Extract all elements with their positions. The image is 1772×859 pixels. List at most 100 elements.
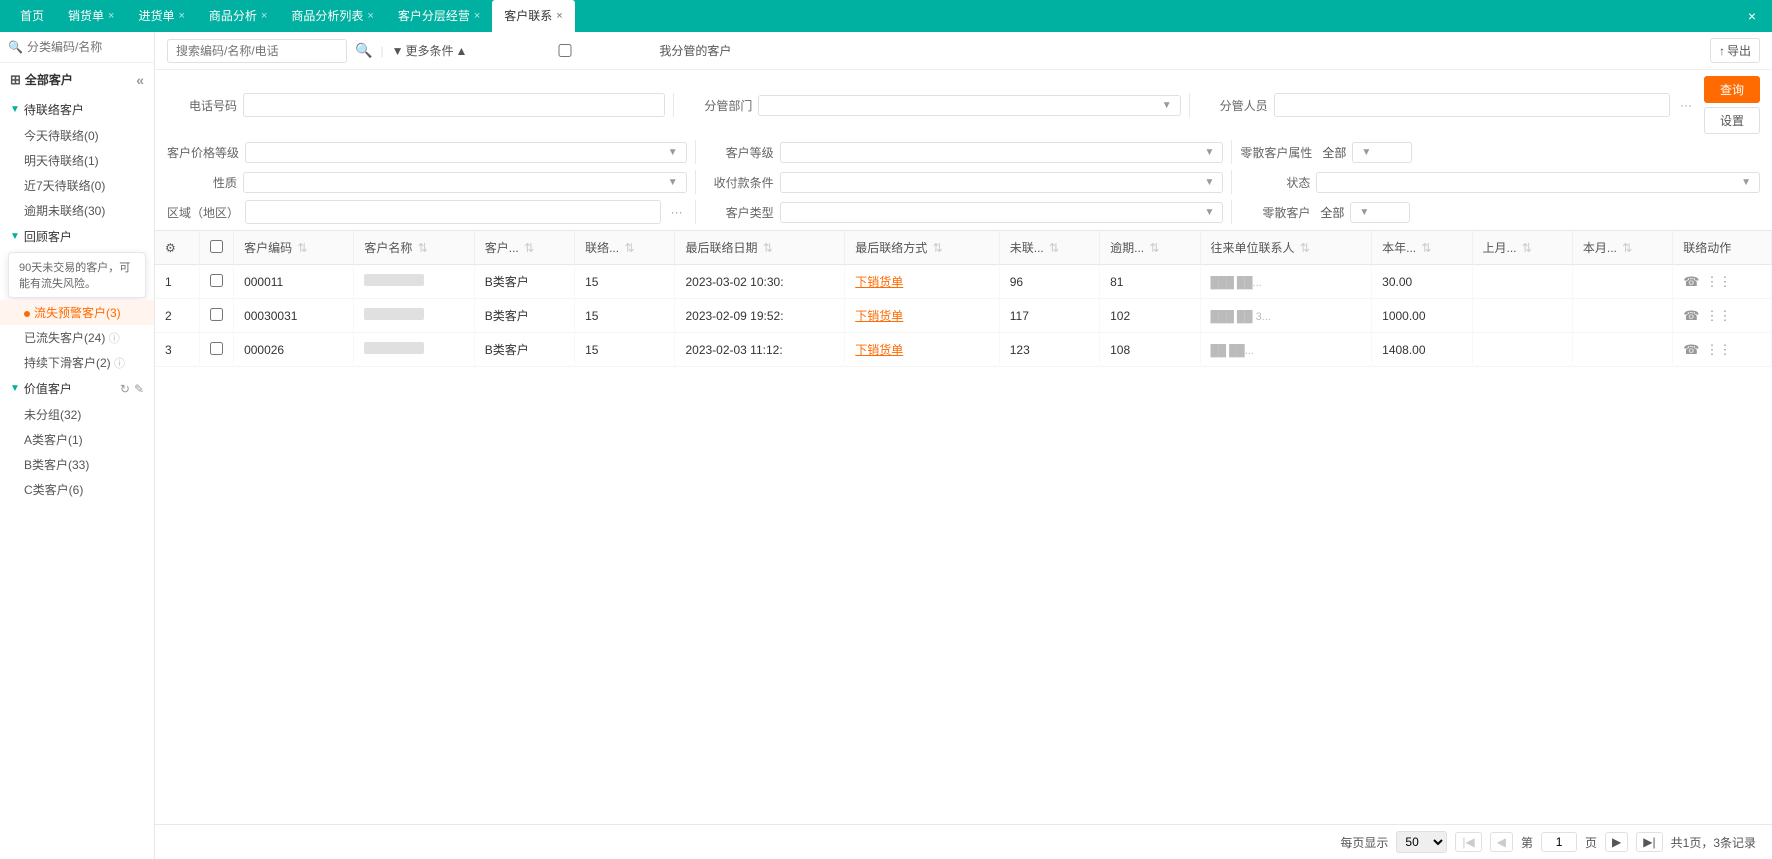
close-all-button[interactable]: × xyxy=(1740,4,1764,28)
close-purchaseorder-icon[interactable]: × xyxy=(178,0,184,32)
sidebar-atrisk-group[interactable]: ▼ 回顾客户 xyxy=(0,223,154,250)
nav-tab-productanalysis[interactable]: 商品分析 × xyxy=(197,0,279,32)
col-last-date[interactable]: 最后联络日期 ⇅ xyxy=(675,231,845,265)
next-page-button[interactable]: ▶ xyxy=(1605,832,1628,852)
sidebar-item-tomorrow-contact[interactable]: 明天待联络(1) xyxy=(0,148,154,173)
contact-action-icon[interactable]: ☎ xyxy=(1683,274,1699,290)
row-checkbox[interactable] xyxy=(210,342,223,355)
customer-grade-dropdown[interactable]: ▼ xyxy=(780,142,1224,163)
close-salesorder-icon[interactable]: × xyxy=(108,0,114,32)
col-last-method[interactable]: 最后联络方式 ⇅ xyxy=(845,231,1000,265)
first-page-button[interactable]: |◀ xyxy=(1455,832,1481,852)
col-uncontacted[interactable]: 未联... ⇅ xyxy=(999,231,1099,265)
prev-page-button[interactable]: ◀ xyxy=(1490,832,1513,852)
sidebar-pending-group[interactable]: ▼ 待联络客户 xyxy=(0,96,154,123)
query-button[interactable]: 查询 xyxy=(1704,76,1760,103)
filter-row-1: 电话号码 分管部门 ▼ 分管人员 ··· xyxy=(167,76,1760,134)
sidebar-item-churn-warning[interactable]: 流失预警客户(3) xyxy=(0,300,154,325)
select-all-checkbox[interactable] xyxy=(210,240,223,253)
nature-dropdown[interactable]: ▼ xyxy=(243,172,687,193)
region-input[interactable] xyxy=(245,200,661,224)
last-page-button[interactable]: ▶| xyxy=(1636,832,1662,852)
last-method-link[interactable]: 下销货单 xyxy=(855,275,903,289)
more-action-icon[interactable]: ⋮⋮ xyxy=(1705,274,1731,290)
nav-tab-salesorder[interactable]: 销货单 × xyxy=(56,0,126,32)
collapse-icon[interactable]: « xyxy=(136,72,144,88)
export-button[interactable]: ↑ 导出 xyxy=(1710,38,1760,63)
advanced-filter-panel: 电话号码 分管部门 ▼ 分管人员 ··· xyxy=(155,70,1772,231)
close-customerseg-icon[interactable]: × xyxy=(474,0,480,32)
last-method-link[interactable]: 下销货单 xyxy=(855,343,903,357)
col-name[interactable]: 客户名称 ⇅ xyxy=(354,231,474,265)
sidebar-item-class-c[interactable]: C类客户(6) xyxy=(0,477,154,502)
per-page-select[interactable]: 50 20 100 xyxy=(1396,831,1447,853)
more-action-icon[interactable]: ⋮⋮ xyxy=(1705,308,1731,324)
contact-action-icon[interactable]: ☎ xyxy=(1683,308,1699,324)
nav-tab-customercontact[interactable]: 客户联系 × xyxy=(492,0,574,32)
edit-icon[interactable]: ✎ xyxy=(134,382,144,396)
col-contact[interactable]: 联络... ⇅ xyxy=(575,231,675,265)
customer-type-dropdown[interactable]: ▼ xyxy=(780,202,1224,223)
col-type[interactable]: 客户... ⇅ xyxy=(474,231,574,265)
refresh-icon[interactable]: ↻ xyxy=(120,382,130,396)
col-overdue[interactable]: 逾期... ⇅ xyxy=(1100,231,1200,265)
manager-input[interactable] xyxy=(1274,93,1670,117)
col-last-month[interactable]: 上月... ⇅ xyxy=(1472,231,1572,265)
my-customers-checkbox[interactable]: 我分管的客户 xyxy=(475,42,731,59)
sidebar-item-churned[interactable]: 已流失客户(24) ⓘ xyxy=(0,325,154,350)
dept-dropdown[interactable]: ▼ xyxy=(758,95,1180,116)
settings-button[interactable]: 设置 xyxy=(1704,107,1760,134)
region-dots[interactable]: ··· xyxy=(667,205,687,219)
this-year-sort-icon: ⇅ xyxy=(1422,241,1432,255)
row-checkbox[interactable] xyxy=(210,274,223,287)
settings-icon[interactable]: ⚙ xyxy=(165,241,176,255)
col-code[interactable]: 客户编码 ⇅ xyxy=(234,231,354,265)
retail-customer-dropdown[interactable]: ▼ xyxy=(1350,202,1410,223)
sidebar-item-ungrouped[interactable]: 未分组(32) xyxy=(0,402,154,427)
search-button[interactable]: 🔍 xyxy=(355,42,372,59)
close-productanalysis-icon[interactable]: × xyxy=(261,0,267,32)
sidebar-value-group[interactable]: ▼ 价值客户 ↻ ✎ xyxy=(0,375,154,402)
col-this-month[interactable]: 本月... ⇅ xyxy=(1572,231,1672,265)
table-header-row: ⚙ 客户编码 ⇅ 客户名称 ⇅ xyxy=(155,231,1772,265)
sidebar-search-input[interactable] xyxy=(27,40,155,54)
overdue-sort-icon: ⇅ xyxy=(1149,241,1159,255)
sidebar-item-declining[interactable]: 持续下滑客户(2) ⓘ xyxy=(0,350,154,375)
status-dropdown[interactable]: ▼ xyxy=(1316,172,1760,193)
col-contact-person[interactable]: 往来单位联系人 ⇅ xyxy=(1200,231,1372,265)
nav-home[interactable]: 首页 xyxy=(8,0,56,32)
nav-tab-productlist[interactable]: 商品分析列表 × xyxy=(279,0,385,32)
retail-attr-dropdown[interactable]: ▼ xyxy=(1352,142,1412,163)
manager-dots[interactable]: ··· xyxy=(1676,98,1696,112)
sidebar-item-class-b[interactable]: B类客户(33) xyxy=(0,452,154,477)
nav-tab-customerseg[interactable]: 客户分层经营 × xyxy=(386,0,492,32)
sidebar-item-week-contact[interactable]: 近7天待联络(0) xyxy=(0,173,154,198)
cell-last-date: 2023-02-03 11:12: xyxy=(675,333,845,367)
sidebar-item-class-a[interactable]: A类客户(1) xyxy=(0,427,154,452)
top-navigation: 首页 销货单 × 进货单 × 商品分析 × 商品分析列表 × 客户分层经营 × … xyxy=(0,0,1772,32)
row-checkbox[interactable] xyxy=(210,308,223,321)
my-customers-check[interactable] xyxy=(475,44,655,57)
page-number-input[interactable] xyxy=(1541,832,1577,852)
sidebar-all-customers[interactable]: ⊞ 全部客户 « xyxy=(0,63,154,96)
cell-last-method: 下销货单 xyxy=(845,265,1000,299)
phone-input[interactable] xyxy=(243,93,665,117)
payment-dropdown[interactable]: ▼ xyxy=(780,172,1224,193)
close-productlist-icon[interactable]: × xyxy=(367,0,373,32)
close-customercontact-icon[interactable]: × xyxy=(556,0,562,32)
sidebar-item-today-contact[interactable]: 今天待联络(0) xyxy=(0,123,154,148)
last-method-link[interactable]: 下销货单 xyxy=(855,309,903,323)
filter-icon: ▼ xyxy=(392,44,404,58)
contact-action-icon[interactable]: ☎ xyxy=(1683,342,1699,358)
last-method-sort-icon: ⇅ xyxy=(933,241,943,255)
more-conditions-button[interactable]: ▼ 更多条件 ▲ xyxy=(392,42,468,59)
search-input[interactable] xyxy=(167,39,347,63)
more-action-icon[interactable]: ⋮⋮ xyxy=(1705,342,1731,358)
filter-row-2: 客户价格等级 ▼ 客户等级 ▼ 零散客户属性 xyxy=(167,140,1760,164)
nav-tab-purchaseorder[interactable]: 进货单 × xyxy=(126,0,196,32)
col-this-year[interactable]: 本年... ⇅ xyxy=(1372,231,1472,265)
last-month-sort-icon: ⇅ xyxy=(1522,241,1532,255)
retail-customer-value: 全部 xyxy=(1320,204,1344,221)
price-grade-dropdown[interactable]: ▼ xyxy=(245,142,687,163)
sidebar-item-overdue-contact[interactable]: 逾期未联络(30) xyxy=(0,198,154,223)
